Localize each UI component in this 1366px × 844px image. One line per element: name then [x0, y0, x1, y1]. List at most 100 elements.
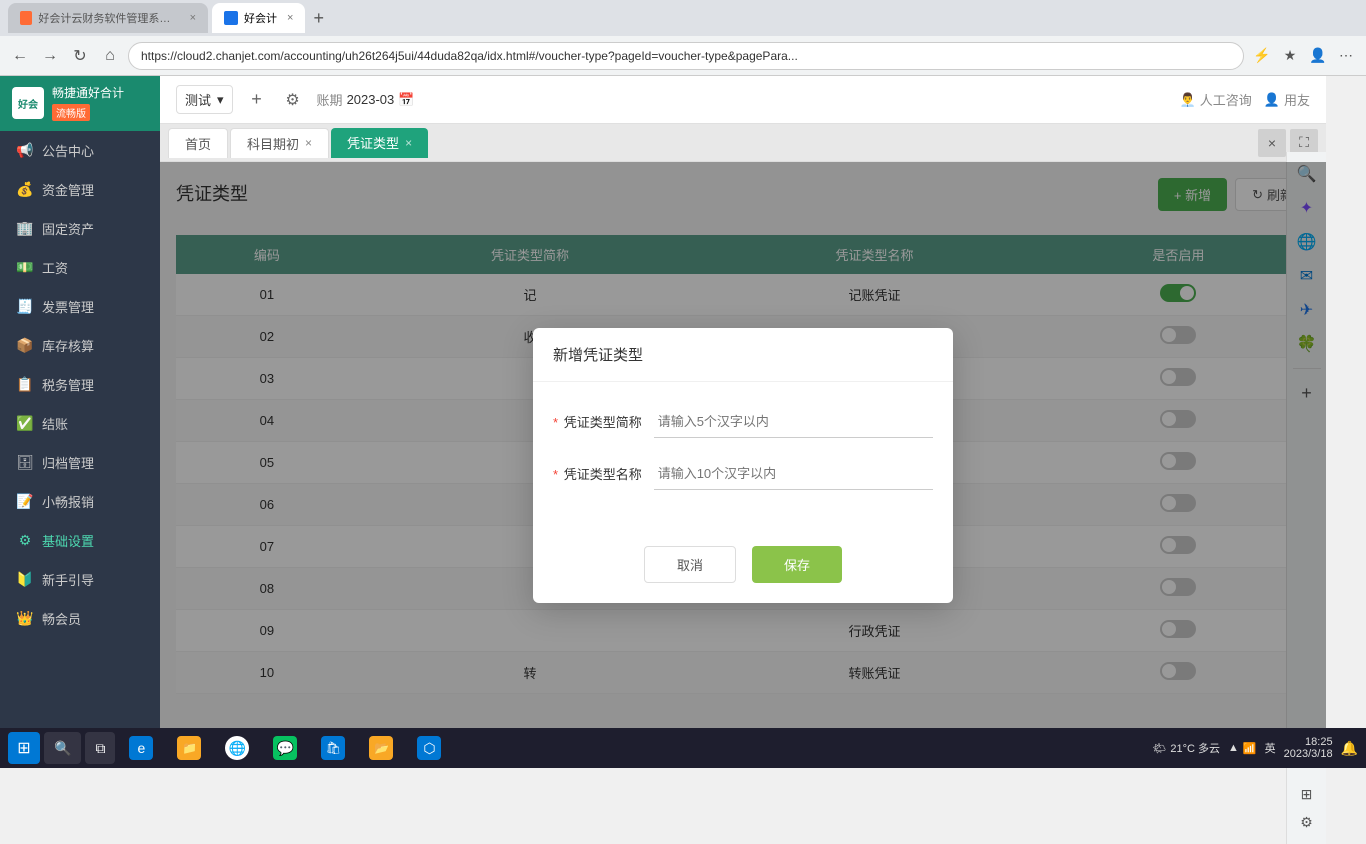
tab2-close[interactable]: × [287, 12, 293, 24]
inventory-icon: 📦 [16, 336, 34, 354]
taskbar-app-wechat[interactable]: 💬 [263, 730, 307, 766]
favorites-btn[interactable]: ★ [1278, 44, 1302, 68]
announcements-icon: 📢 [16, 141, 34, 159]
consult-button[interactable]: 👨‍💼 人工咨询 [1180, 90, 1252, 109]
sidebar-item-invoice[interactable]: 🧾 发票管理 [0, 287, 160, 326]
cancel-button[interactable]: 取消 [644, 546, 736, 583]
top-bar-right: 👨‍💼 人工咨询 👤 用友 [1180, 90, 1310, 109]
sidebar-item-inventory[interactable]: 📦 库存核算 [0, 326, 160, 365]
capital-icon: 💰 [16, 180, 34, 198]
sidebar-item-member[interactable]: 👑 畅会员 [0, 599, 160, 638]
tab1-favicon [20, 11, 32, 25]
search-taskbar-btn[interactable]: 🔍 [44, 732, 81, 764]
taskbar-app-edge2[interactable]: ⬡ [407, 730, 451, 766]
browser-actions: ⚡ ★ 👤 ⋯ [1250, 44, 1358, 68]
taskbar-app-edge[interactable]: e [119, 730, 163, 766]
abbr-input[interactable] [654, 406, 933, 438]
address-bar: ← → ↻ ⌂ ⚡ ★ 👤 ⋯ [0, 36, 1366, 76]
sidebar-label-settings: 基础设置 [42, 531, 94, 550]
new-tab-button[interactable]: + [309, 8, 328, 29]
url-input[interactable] [128, 42, 1244, 70]
taskbar-app-store[interactable]: 🛍 [311, 730, 355, 766]
settings-icon: ⚙ [16, 531, 34, 549]
page-tab-nav: 首页 科目期初 × 凭证类型 × × ⛶ [160, 124, 1326, 162]
workspace-selector[interactable]: 测试 ▾ [176, 85, 233, 114]
modal-header: 新增凭证类型 [533, 328, 953, 382]
tab-home[interactable]: 首页 [168, 128, 228, 158]
tab-subject-close[interactable]: × [305, 136, 312, 150]
sidebar-label-tax: 税务管理 [42, 375, 94, 394]
taskview-btn[interactable]: ⧉ [85, 732, 115, 764]
lang-indicator: 英 [1265, 740, 1276, 756]
sidebar: 好会 畅捷通好合计 流畅版 📢 公告中心 💰 资金管理 🏢 固定资产 💵 工资 … [0, 76, 160, 768]
abbr-required: * [553, 415, 558, 430]
tab-subject[interactable]: 科目期初 × [230, 128, 329, 158]
add-workspace-button[interactable]: + [245, 88, 269, 112]
sidebar-label-announcements: 公告中心 [42, 141, 94, 160]
edge-icon: e [129, 736, 153, 760]
taskbar-app-chrome[interactable]: 🌐 [215, 730, 259, 766]
name-input[interactable] [654, 458, 933, 490]
forward-button[interactable]: → [38, 44, 62, 68]
sidebar-item-tax[interactable]: 📋 税务管理 [0, 365, 160, 404]
ext-grid[interactable]: ⊞ [1293, 780, 1321, 808]
home-button[interactable]: ⌂ [98, 44, 122, 68]
tab-voucher-type[interactable]: 凭证类型 × [331, 128, 428, 158]
archive-icon: 🗄 [16, 453, 34, 471]
sidebar-item-expense[interactable]: 📝 小畅报销 [0, 482, 160, 521]
ext-settings[interactable]: ⚙ [1293, 808, 1321, 836]
sidebar-label-capital: 资金管理 [42, 180, 94, 199]
taskbar-app-folder[interactable]: 📂 [359, 730, 403, 766]
consult-icon: 👨‍💼 [1180, 92, 1196, 108]
settlement-icon: ✅ [16, 414, 34, 432]
workspace-settings-button[interactable]: ⚙ [281, 88, 305, 112]
sidebar-item-settings[interactable]: ⚙ 基础设置 [0, 521, 160, 560]
close-panel-button[interactable]: × [1258, 129, 1286, 157]
tab-voucher-close[interactable]: × [405, 136, 412, 150]
browser-tab-2[interactable]: 好会计 × [212, 3, 305, 33]
date-display: 2023/3/18 [1284, 748, 1333, 760]
logo-icon: 好会 [12, 87, 44, 119]
extensions-btn[interactable]: ⚡ [1250, 44, 1274, 68]
app-container: 好会 畅捷通好合计 流畅版 📢 公告中心 💰 资金管理 🏢 固定资产 💵 工资 … [0, 76, 1326, 768]
user-icon: 👤 [1264, 92, 1280, 108]
sidebar-item-settlement[interactable]: ✅ 结账 [0, 404, 160, 443]
workspace-name: 测试 [185, 90, 211, 109]
sidebar-item-archive[interactable]: 🗄 归档管理 [0, 443, 160, 482]
start-button[interactable]: ⊞ [8, 732, 40, 764]
browser-tab-1[interactable]: 好会计云财务软件管理系统_会计 × [8, 3, 208, 33]
calendar-icon: 📅 [398, 92, 414, 108]
folder-icon: 📂 [369, 736, 393, 760]
period-value: 2023-03 [347, 92, 395, 107]
time-display: 18:25 [1305, 736, 1333, 748]
sidebar-logo: 好会 畅捷通好合计 流畅版 [0, 76, 160, 131]
user-button[interactable]: 👤 用友 [1264, 90, 1310, 109]
sidebar-label-expense: 小畅报销 [42, 492, 94, 511]
sidebar-item-announcements[interactable]: 📢 公告中心 [0, 131, 160, 170]
sidebar-item-fixed-assets[interactable]: 🏢 固定资产 [0, 209, 160, 248]
back-button[interactable]: ← [8, 44, 32, 68]
wechat-icon: 💬 [273, 736, 297, 760]
invoice-icon: 🧾 [16, 297, 34, 315]
sidebar-item-salary[interactable]: 💵 工资 [0, 248, 160, 287]
lang-text: 英 [1265, 743, 1276, 755]
taskbar: ⊞ 🔍 ⧉ e 📁 🌐 💬 🛍 📂 ⬡ 🌤 21°C 多云 ▲ 📶 英 18:2 [0, 728, 1366, 768]
more-btn[interactable]: ⋯ [1334, 44, 1358, 68]
notification-icon[interactable]: 🔔 [1341, 740, 1358, 757]
weather-info: 🌤 21°C 多云 [1152, 740, 1220, 756]
sidebar-item-capital[interactable]: 💰 资金管理 [0, 170, 160, 209]
wifi-icon: ▲ [1228, 742, 1239, 754]
content-area: 凭证类型 + 新增 ↻ 刷新 编码 凭证类型简称 [160, 162, 1326, 768]
modal-title: 新增凭证类型 [553, 347, 643, 364]
taskbar-app-files[interactable]: 📁 [167, 730, 211, 766]
taskbar-right: 🌤 21°C 多云 ▲ 📶 英 18:25 2023/3/18 🔔 [1152, 736, 1358, 760]
save-button[interactable]: 保存 [752, 546, 842, 583]
tab-voucher-label: 凭证类型 [347, 133, 399, 152]
sidebar-label-invoice: 发票管理 [42, 297, 94, 316]
refresh-button[interactable]: ↻ [68, 44, 92, 68]
profile-btn[interactable]: 👤 [1306, 44, 1330, 68]
ext-bottom: ⊞ ⚙ [1293, 780, 1321, 836]
tab1-close[interactable]: × [190, 12, 196, 24]
sidebar-item-guide[interactable]: 🔰 新手引导 [0, 560, 160, 599]
abbr-label: * 凭证类型简称 [553, 412, 642, 431]
